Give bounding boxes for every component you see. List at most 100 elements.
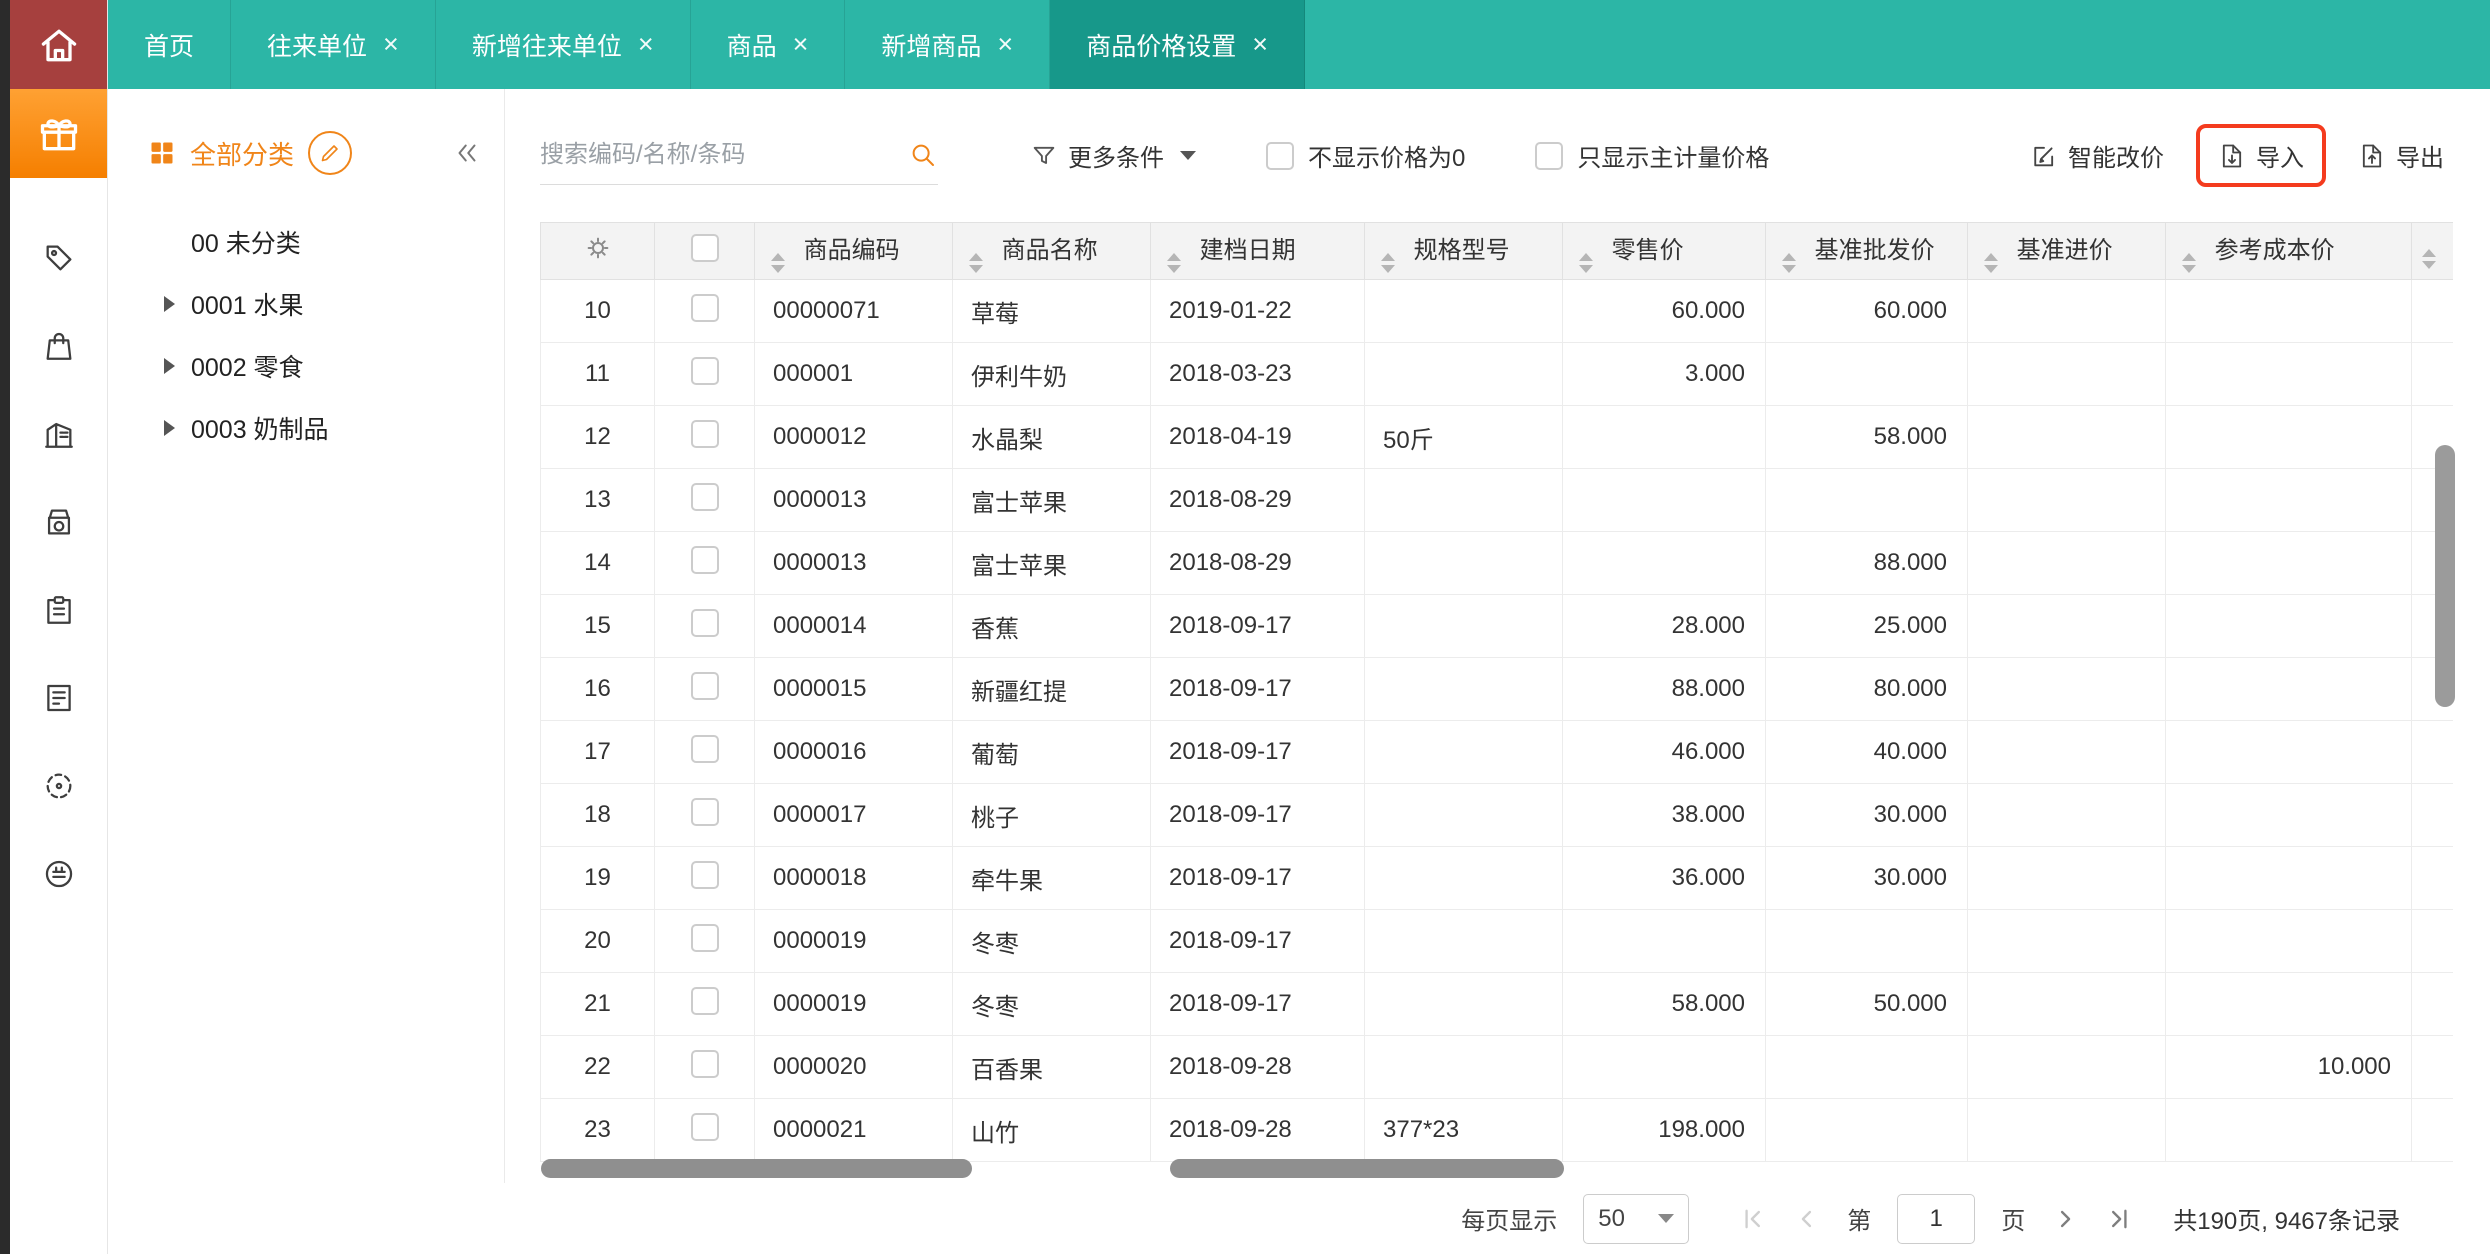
sidebar-item-warehouse[interactable] <box>10 390 107 478</box>
checkbox-icon[interactable] <box>1535 141 1564 170</box>
row-checkbox[interactable] <box>690 797 719 826</box>
table-row[interactable]: 17 0000016 葡萄 2018-09-17 46.000 40.000 <box>540 720 2453 784</box>
content-row: 全部分类 00 未分类 0001 水果 0002 零食 0003 奶制品 搜索编… <box>108 89 2490 1183</box>
table-row[interactable]: 14 0000013 富士苹果 2018-08-29 88.000 <box>540 531 2453 595</box>
first-page-button[interactable] <box>1739 1205 1767 1233</box>
column-header[interactable]: 基准批发价 <box>1765 222 1968 280</box>
table-row[interactable]: 10 00000071 草莓 2019-01-22 60.000 60.000 <box>540 279 2453 343</box>
vertical-scrollbar-thumb[interactable] <box>2435 445 2455 707</box>
row-checkbox[interactable] <box>690 860 719 889</box>
sort-icon[interactable] <box>1579 252 1593 273</box>
search-icon[interactable] <box>908 140 938 170</box>
sort-icon[interactable] <box>1984 252 1998 273</box>
table-row[interactable]: 13 0000013 富士苹果 2018-08-29 <box>540 468 2453 532</box>
category-tree-item[interactable]: 0001 水果 <box>108 273 504 335</box>
table-row[interactable]: 19 0000018 牵牛果 2018-09-17 36.000 30.000 <box>540 846 2453 910</box>
table-row[interactable]: 12 0000012 水晶梨 2018-04-19 50斤 58.000 <box>540 405 2453 469</box>
import-button[interactable]: 导入 <box>2218 138 2304 173</box>
next-page-button[interactable] <box>2051 1205 2079 1233</box>
tab-close-icon[interactable]: × <box>383 31 399 58</box>
tab-close-icon[interactable]: × <box>638 31 654 58</box>
last-page-button[interactable] <box>2105 1205 2133 1233</box>
previous-page-button[interactable] <box>1793 1205 1821 1233</box>
sidebar-item-sync[interactable] <box>10 742 107 830</box>
sidebar-item-price-tag[interactable] <box>10 214 107 302</box>
row-checkbox[interactable] <box>690 1049 719 1078</box>
tab[interactable]: 往来单位 × <box>231 0 436 89</box>
sort-icon[interactable] <box>2422 249 2436 269</box>
row-checkbox[interactable] <box>690 356 719 385</box>
column-header[interactable]: 参考成本价 <box>2165 222 2412 280</box>
row-checkbox[interactable] <box>690 293 719 322</box>
table-row[interactable]: 22 0000020 百香果 2018-09-28 10.000 <box>540 1035 2453 1099</box>
row-checkbox[interactable] <box>690 608 719 637</box>
tab-close-icon[interactable]: × <box>997 31 1013 58</box>
row-checkbox[interactable] <box>690 482 719 511</box>
row-checkbox[interactable] <box>690 671 719 700</box>
row-checkbox[interactable] <box>690 986 719 1015</box>
smart-reprice-button[interactable]: 智能改价 <box>2030 138 2164 173</box>
sort-icon[interactable] <box>1167 252 1181 273</box>
row-checkbox[interactable] <box>690 923 719 952</box>
tab[interactable]: 首页 <box>108 0 232 89</box>
category-tree-item[interactable]: 0002 零食 <box>108 335 504 397</box>
tab[interactable]: 新增商品 × <box>845 0 1051 89</box>
table-row[interactable]: 18 0000017 桃子 2018-09-17 38.000 30.000 <box>540 783 2453 847</box>
sort-icon[interactable] <box>1381 252 1395 273</box>
category-tree-item[interactable]: 00 未分类 <box>108 211 504 273</box>
clipped-column-header[interactable] <box>2411 222 2453 280</box>
row-checkbox[interactable] <box>690 545 719 574</box>
row-checkbox[interactable] <box>690 1112 719 1141</box>
table-row[interactable]: 21 0000019 冬枣 2018-09-17 58.000 50.000 <box>540 972 2453 1036</box>
tab[interactable]: 新增往来单位 × <box>436 0 691 89</box>
export-button[interactable]: 导出 <box>2358 138 2444 173</box>
expand-arrow-icon[interactable] <box>164 296 175 312</box>
gear-icon[interactable] <box>583 233 613 263</box>
sidebar-item-orders[interactable] <box>10 566 107 654</box>
horizontal-scrollbar-thumb[interactable] <box>1170 1159 1564 1178</box>
table-row[interactable]: 20 0000019 冬枣 2018-09-17 <box>540 909 2453 973</box>
category-tree-item[interactable]: 0003 奶制品 <box>108 397 504 459</box>
sidebar-item-reports[interactable] <box>10 654 107 742</box>
per-page-select[interactable]: 50 <box>1583 1193 1690 1244</box>
column-header[interactable]: 建档日期 <box>1150 222 1365 280</box>
table-row[interactable]: 11 000001 伊利牛奶 2018-03-23 3.000 <box>540 342 2453 406</box>
page-number-input[interactable] <box>1897 1193 1976 1244</box>
table-row[interactable]: 23 0000021 山竹 2018-09-28 377*23 198.000 <box>540 1098 2453 1162</box>
table-row[interactable]: 16 0000015 新疆红提 2018-09-17 88.000 80.000 <box>540 657 2453 721</box>
expand-arrow-icon[interactable] <box>164 358 175 374</box>
sidebar-item-new[interactable] <box>10 830 107 918</box>
table-row[interactable]: 15 0000014 香蕉 2018-09-17 28.000 25.000 <box>540 594 2453 658</box>
collapse-panel-button[interactable] <box>452 138 482 168</box>
sidebar-item-home[interactable] <box>10 0 107 89</box>
edit-categories-button[interactable] <box>308 131 353 175</box>
page-prefix-label: 第 <box>1847 1208 1872 1235</box>
tab[interactable]: 商品 × <box>691 0 846 89</box>
row-checkbox[interactable] <box>690 419 719 448</box>
row-checkbox[interactable] <box>690 734 719 763</box>
main-unit-only-checkbox[interactable]: 只显示主计量价格 <box>1535 138 1769 173</box>
column-header[interactable]: 规格型号 <box>1364 222 1563 280</box>
more-filters-button[interactable]: 更多条件 <box>1030 138 1196 173</box>
sidebar-item-scale[interactable] <box>10 478 107 566</box>
sort-icon[interactable] <box>2182 252 2196 273</box>
sidebar-item-purchase[interactable] <box>10 302 107 390</box>
sort-icon[interactable] <box>1782 252 1796 273</box>
column-header[interactable]: 商品编码 <box>754 222 953 280</box>
tab-close-icon[interactable]: × <box>793 31 809 58</box>
checkbox-icon[interactable] <box>1266 141 1294 170</box>
tab-close-icon[interactable]: × <box>1252 31 1268 58</box>
select-all-checkbox[interactable] <box>690 233 719 262</box>
horizontal-scrollbar-thumb[interactable] <box>541 1159 972 1178</box>
column-header[interactable]: 零售价 <box>1562 222 1766 280</box>
tab[interactable]: 商品价格设置 × <box>1050 0 1305 89</box>
sort-icon[interactable] <box>969 252 983 273</box>
sort-icon[interactable] <box>771 252 785 273</box>
search-input[interactable] <box>540 141 908 169</box>
column-header[interactable]: 基准进价 <box>1967 222 2166 280</box>
hide-zero-price-checkbox[interactable]: 不显示价格为0 <box>1266 138 1465 173</box>
expand-arrow-icon[interactable] <box>164 420 175 436</box>
settings-column-header[interactable] <box>540 222 655 280</box>
column-header[interactable]: 商品名称 <box>952 222 1151 280</box>
sidebar-item-goods[interactable] <box>10 89 107 178</box>
